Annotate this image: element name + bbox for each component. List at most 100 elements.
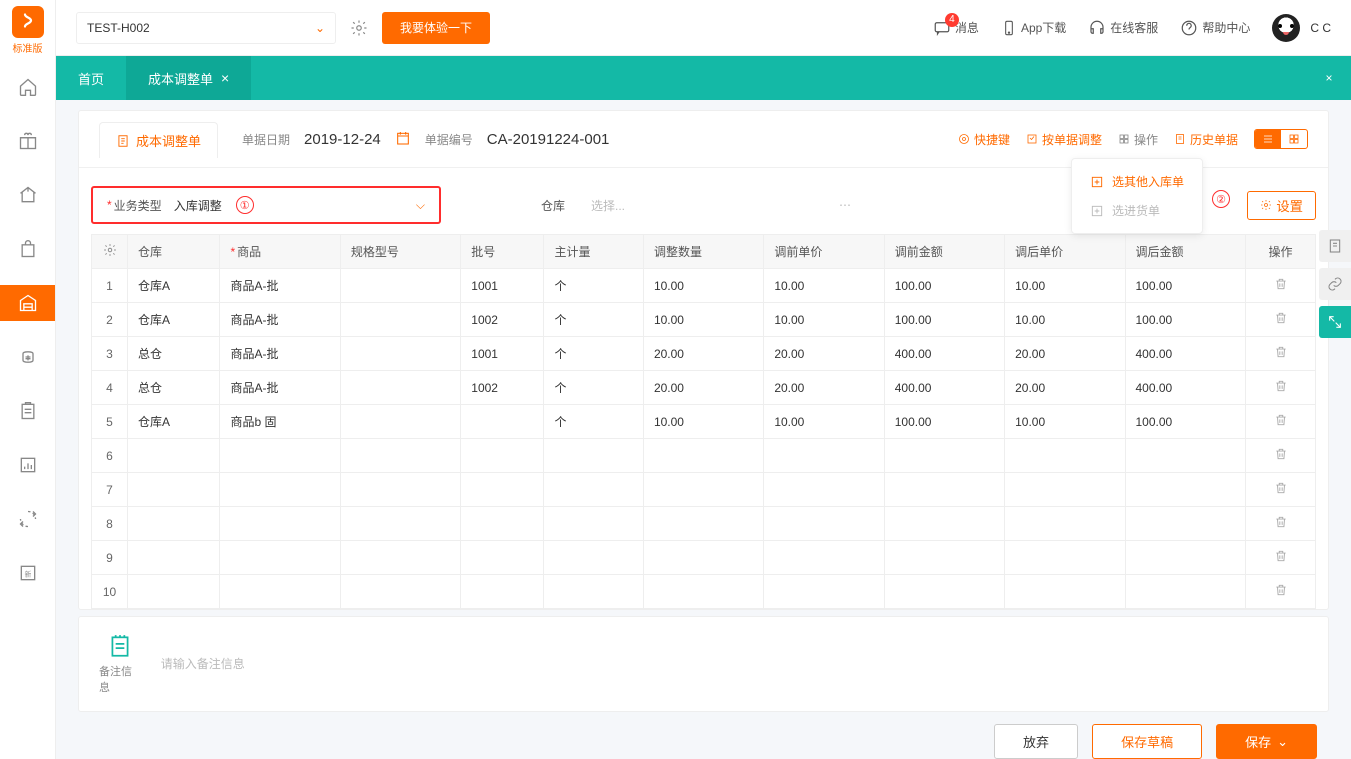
trash-icon[interactable] bbox=[1274, 314, 1288, 328]
user-name: C C bbox=[1310, 21, 1331, 35]
col-pre-amt[interactable]: 调前金额 bbox=[884, 235, 1004, 269]
brand-logo-icon bbox=[12, 6, 44, 38]
more-icon[interactable]: ⋯ bbox=[839, 198, 853, 212]
messages-link[interactable]: 消息 4 bbox=[933, 19, 979, 37]
customer-service-link[interactable]: 在线客服 bbox=[1088, 19, 1158, 37]
table-row[interactable]: 7 bbox=[92, 473, 1316, 507]
close-all-tabs-icon[interactable]: × bbox=[1307, 56, 1351, 100]
brand-edition: 标准版 bbox=[13, 40, 43, 55]
col-pre-price[interactable]: 调前单价 bbox=[764, 235, 884, 269]
nav-money-icon[interactable] bbox=[0, 339, 55, 375]
remark-input[interactable] bbox=[161, 657, 1308, 671]
nav-home-icon[interactable] bbox=[0, 69, 55, 105]
nav-new-icon[interactable]: 新 bbox=[0, 555, 55, 591]
col-post-price[interactable]: 调后单价 bbox=[1005, 235, 1125, 269]
settings-button[interactable]: 设置 bbox=[1247, 191, 1316, 220]
col-spec[interactable]: 规格型号 bbox=[340, 235, 460, 269]
calendar-icon[interactable] bbox=[395, 130, 411, 149]
remark-label: 备注信息 bbox=[99, 663, 141, 695]
nav-clipboard-icon[interactable] bbox=[0, 393, 55, 429]
history-link[interactable]: 历史单据 bbox=[1174, 131, 1238, 148]
annotation-marker-1: ① bbox=[236, 196, 254, 214]
col-warehouse[interactable]: 仓库 bbox=[128, 235, 220, 269]
chevron-down-icon: ⌄ bbox=[1277, 734, 1288, 750]
footer-actions: 放弃 保存草稿 保存⌄ bbox=[56, 712, 1351, 759]
chevron-down-icon: ⌄ bbox=[315, 21, 325, 35]
discard-button[interactable]: 放弃 bbox=[994, 724, 1078, 759]
annotation-marker-2: ② bbox=[1212, 190, 1230, 208]
col-gear[interactable] bbox=[92, 235, 128, 269]
nav-bag-icon[interactable] bbox=[0, 231, 55, 267]
trash-icon[interactable] bbox=[1274, 484, 1288, 498]
col-unit[interactable]: 主计量 bbox=[544, 235, 643, 269]
expand-icon[interactable] bbox=[1319, 306, 1351, 338]
trash-icon[interactable] bbox=[1274, 552, 1288, 566]
help-center-link[interactable]: 帮助中心 bbox=[1180, 19, 1250, 37]
doc-date-label: 单据日期 bbox=[242, 131, 290, 148]
nav-warehouse-icon[interactable] bbox=[0, 285, 55, 321]
notes-icon[interactable] bbox=[1319, 230, 1351, 262]
experience-button[interactable]: 我要体验一下 bbox=[382, 12, 490, 44]
app-download-link[interactable]: App下载 bbox=[1001, 19, 1066, 37]
table-row[interactable]: 10 bbox=[92, 575, 1316, 609]
trash-icon[interactable] bbox=[1274, 348, 1288, 362]
topbar: TEST-H002 ⌄ 我要体验一下 消息 4 App下载 在线客服 帮助中心 … bbox=[56, 0, 1351, 56]
doc-no-label: 单据编号 bbox=[425, 131, 473, 148]
table-row[interactable]: 9 bbox=[92, 541, 1316, 575]
table-row[interactable]: 6 bbox=[92, 439, 1316, 473]
avatar-icon bbox=[1272, 14, 1300, 42]
table-row[interactable]: 4 总仓 商品A-批 1002 个 20.00 20.00 400.00 20.… bbox=[92, 371, 1316, 405]
business-type-select[interactable]: * 业务类型 入库调整 ① ⌵ bbox=[91, 186, 441, 224]
select-doc-popup: 选其他入库单 选进货单 bbox=[1071, 158, 1203, 234]
user-menu[interactable]: C C bbox=[1272, 14, 1331, 42]
org-select[interactable]: TEST-H002 ⌄ bbox=[76, 12, 336, 44]
trash-icon[interactable] bbox=[1274, 382, 1288, 396]
nav-house-icon[interactable] bbox=[0, 177, 55, 213]
col-op[interactable]: 操作 bbox=[1246, 235, 1316, 269]
trash-icon[interactable] bbox=[1274, 586, 1288, 600]
view-grid-icon[interactable] bbox=[1281, 130, 1307, 148]
messages-badge: 4 bbox=[945, 13, 959, 27]
doc-date-value[interactable]: 2019-12-24 bbox=[304, 131, 381, 148]
doc-no-value: CA-20191224-001 bbox=[487, 131, 610, 148]
nav-report-icon[interactable] bbox=[0, 447, 55, 483]
shortcut-link[interactable]: 快捷键 bbox=[958, 131, 1010, 148]
right-toolbar bbox=[1319, 230, 1351, 344]
view-toggle bbox=[1254, 129, 1308, 149]
nav-gift-icon[interactable] bbox=[0, 123, 55, 159]
tab-home[interactable]: 首页 bbox=[56, 56, 126, 100]
trash-icon[interactable] bbox=[1274, 518, 1288, 532]
table-row[interactable]: 1 仓库A 商品A-批 1001 个 10.00 10.00 100.00 10… bbox=[92, 269, 1316, 303]
close-icon[interactable]: × bbox=[221, 70, 229, 86]
trash-icon[interactable] bbox=[1274, 280, 1288, 294]
view-list-icon[interactable] bbox=[1255, 130, 1281, 148]
chevron-down-icon: ⌵ bbox=[416, 198, 425, 213]
pane-tab[interactable]: 成本调整单 bbox=[99, 122, 218, 158]
select-other-inbound[interactable]: 选其他入库单 bbox=[1072, 167, 1202, 196]
table-row[interactable]: 11 bbox=[92, 609, 1316, 610]
save-draft-button[interactable]: 保存草稿 bbox=[1092, 724, 1202, 759]
trash-icon[interactable] bbox=[1274, 450, 1288, 464]
col-adj-qty[interactable]: 调整数量 bbox=[643, 235, 763, 269]
org-settings-icon[interactable] bbox=[350, 19, 368, 37]
table-row[interactable]: 8 bbox=[92, 507, 1316, 541]
main-sidebar: 标准版 新 bbox=[0, 0, 56, 759]
tab-current[interactable]: 成本调整单 × bbox=[126, 56, 251, 100]
table-row[interactable]: 5 仓库A 商品b 固 个 10.00 10.00 100.00 10.00 1… bbox=[92, 405, 1316, 439]
col-batch[interactable]: 批号 bbox=[461, 235, 544, 269]
trash-icon[interactable] bbox=[1274, 416, 1288, 430]
warehouse-select[interactable]: 仓库 选择... ⋯ bbox=[541, 197, 853, 214]
operation-link[interactable]: 操作 bbox=[1118, 131, 1158, 148]
col-post-amt[interactable]: 调后金额 bbox=[1125, 235, 1246, 269]
col-product[interactable]: *商品 bbox=[220, 235, 340, 269]
page-tabs: 首页 成本调整单 × × bbox=[56, 56, 1351, 100]
table-row[interactable]: 2 仓库A 商品A-批 1002 个 10.00 10.00 100.00 10… bbox=[92, 303, 1316, 337]
items-table: 仓库 *商品 规格型号 批号 主计量 调整数量 调前单价 调前金额 调后单价 调… bbox=[91, 234, 1316, 609]
org-select-value: TEST-H002 bbox=[87, 21, 150, 35]
save-button[interactable]: 保存⌄ bbox=[1216, 724, 1317, 759]
link-icon[interactable] bbox=[1319, 268, 1351, 300]
table-row[interactable]: 3 总仓 商品A-批 1001 个 20.00 20.00 400.00 20.… bbox=[92, 337, 1316, 371]
nav-sync-icon[interactable] bbox=[0, 501, 55, 537]
adjust-by-doc-link[interactable]: 按单据调整 bbox=[1026, 131, 1102, 148]
select-purchase: 选进货单 bbox=[1072, 196, 1202, 225]
